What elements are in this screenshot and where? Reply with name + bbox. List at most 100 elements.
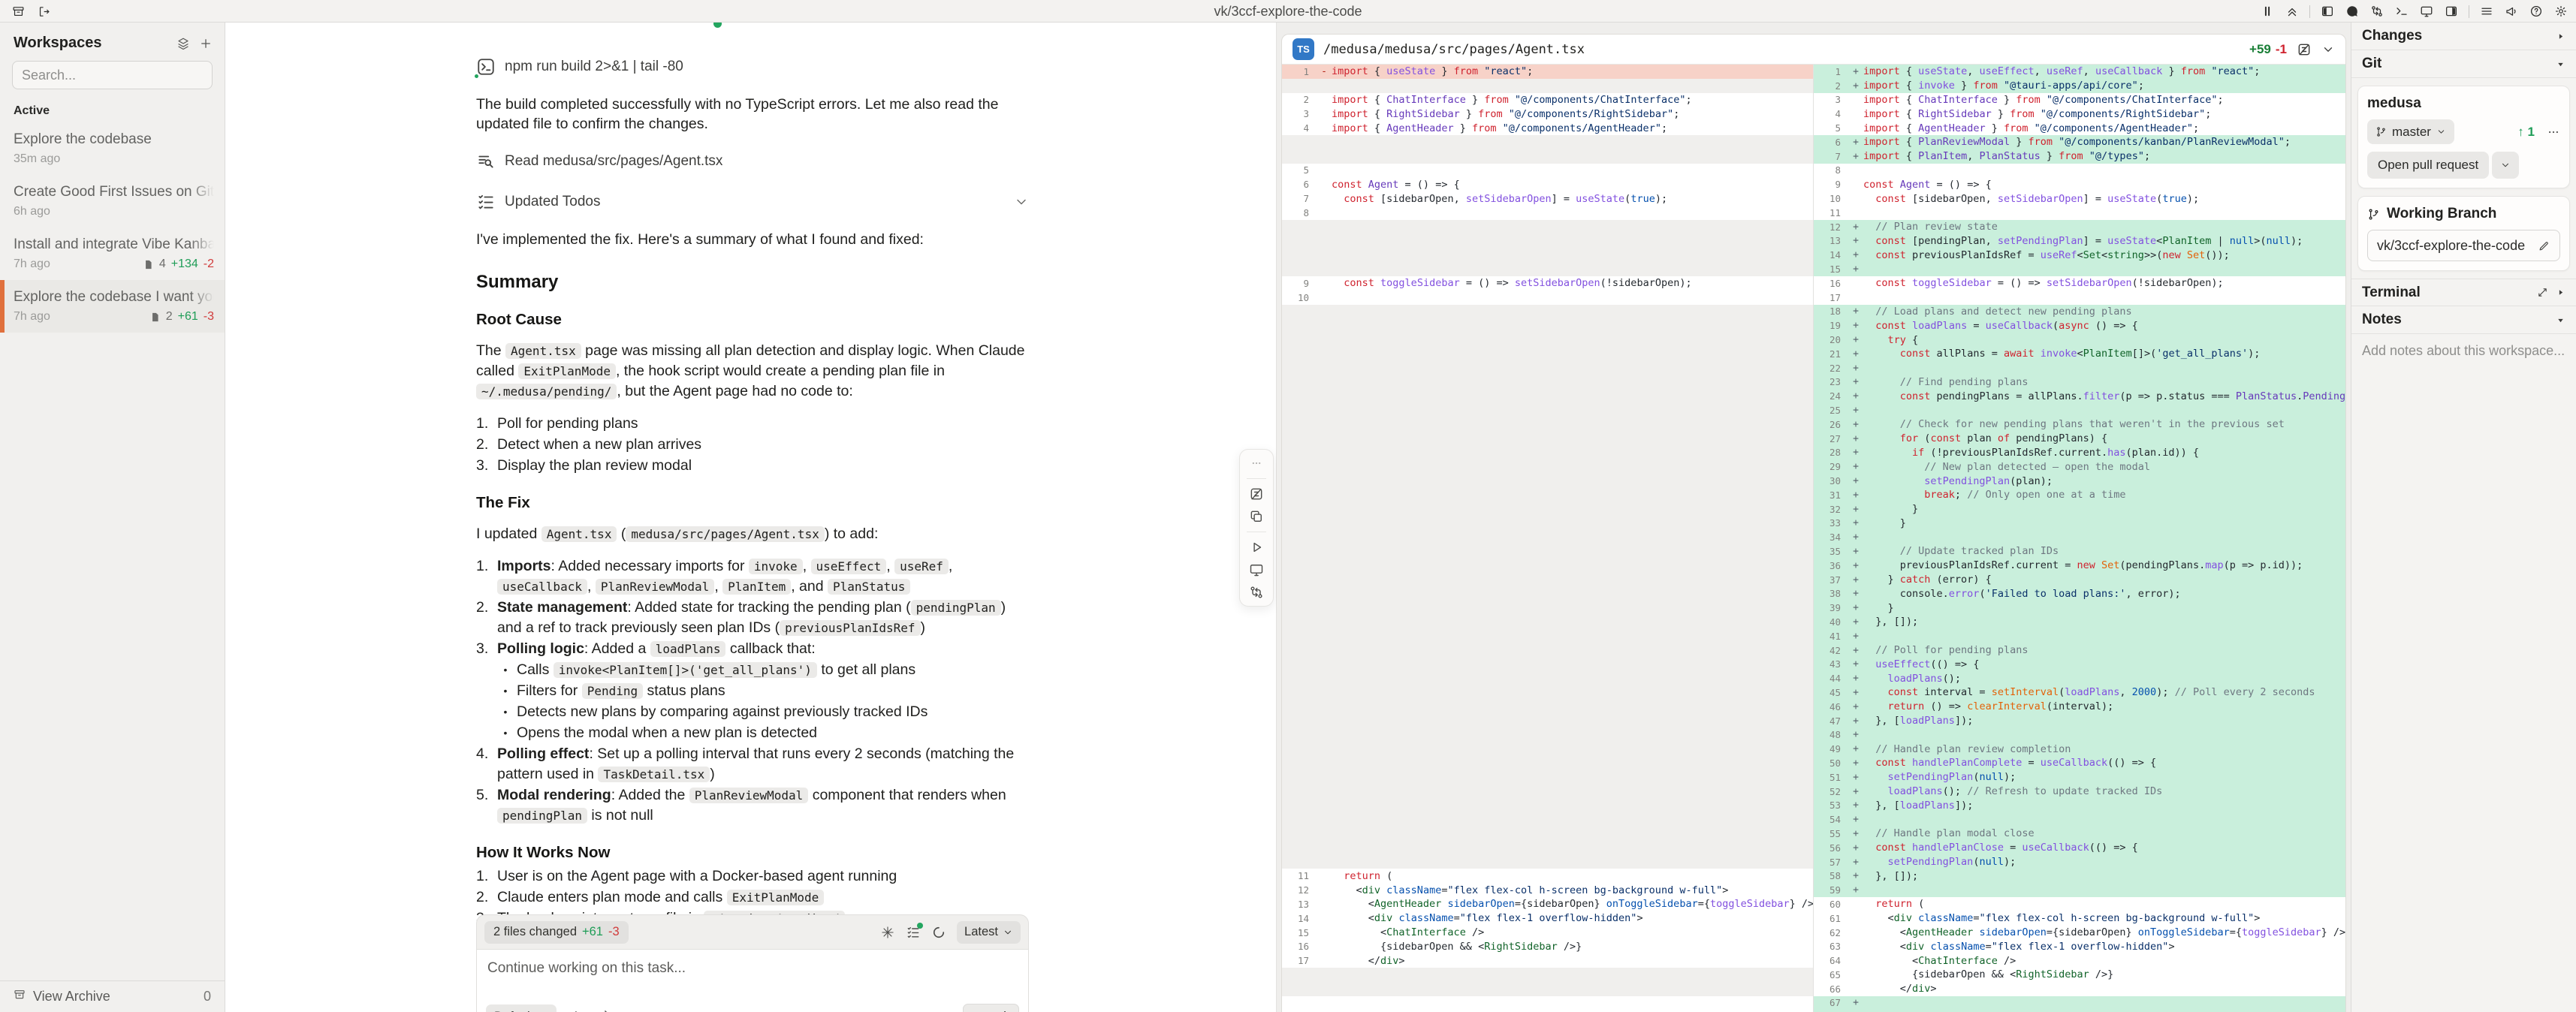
diff-line	[1282, 559, 1813, 573]
grip-icon[interactable]	[1249, 456, 1264, 471]
changes-section-header[interactable]: Changes	[2351, 23, 2576, 50]
diff-stats: +59-1	[2249, 42, 2287, 57]
tool-call-row[interactable]: npm run build 2>&1 | tail -80	[476, 54, 1029, 80]
pen-icon[interactable]	[596, 1009, 611, 1012]
text-run: ,	[587, 578, 596, 595]
pull-request-dropdown[interactable]	[2492, 152, 2519, 179]
text-run: ,	[886, 558, 894, 574]
text-run: ,	[803, 558, 811, 574]
repo-name: medusa	[2367, 95, 2560, 112]
diff-line: 4import { AgentHeader } from "@/componen…	[1282, 121, 1813, 135]
notes-placeholder[interactable]: Add notes about this workspace...	[2351, 334, 2576, 368]
inline-code: medusa/src/pages/Agent.tsx	[626, 526, 824, 542]
chevron-down-icon[interactable]	[2321, 43, 2335, 56]
text-run: )	[921, 619, 926, 636]
workspace-item[interactable]: Create Good First Issues on Github So p6…	[0, 175, 225, 227]
chat-bubble-icon[interactable]	[2345, 4, 2360, 19]
expand-icon	[2537, 287, 2548, 298]
section-heading: Summary	[476, 272, 1029, 293]
workspace-title: Create Good First Issues on Github So p	[14, 184, 214, 200]
chevrons-up-icon[interactable]	[2285, 4, 2300, 19]
menu-icon[interactable]	[2479, 4, 2494, 19]
diff-icon[interactable]	[1249, 486, 1264, 501]
copy-icon[interactable]	[1249, 509, 1264, 524]
text-run: : Added the	[611, 787, 689, 803]
latest-dropdown[interactable]: Latest	[957, 921, 1021, 944]
open-pull-request-button[interactable]: Open pull request	[2367, 152, 2489, 179]
diff-line	[1282, 135, 1813, 149]
diff-line: 5	[1282, 164, 1813, 178]
assistant-paragraph: The Agent.tsx page was missing all plan …	[476, 341, 1029, 402]
diff-line	[1282, 530, 1813, 544]
notes-section-header[interactable]: Notes	[2351, 306, 2576, 334]
pencil-icon[interactable]	[2538, 239, 2550, 252]
more-options-icon[interactable]	[2547, 125, 2560, 139]
monitor-icon[interactable]	[2419, 4, 2434, 19]
diff-line: 14+ const previousPlanIdsRef = useRef<Se…	[1814, 248, 2345, 262]
bold-text: Imports	[497, 558, 551, 574]
diff-line	[1282, 968, 1813, 982]
monitor-icon[interactable]	[1249, 562, 1264, 577]
workspace-item[interactable]: Explore the codebase I want you to exp7h…	[0, 280, 225, 333]
layers-icon[interactable]	[176, 37, 190, 50]
toolbar-divider	[2309, 5, 2310, 18]
diff-line	[1282, 459, 1813, 474]
branch-dropdown[interactable]: master	[2367, 119, 2454, 144]
spinner-icon[interactable]	[931, 925, 946, 940]
tool-call-row[interactable]: Updated Todos	[476, 189, 1029, 215]
text-run: , and	[791, 578, 828, 595]
inline-code: Agent.tsx	[505, 343, 581, 359]
mode-dropdown[interactable]: Default	[486, 1004, 557, 1012]
workspace-item[interactable]: Install and integrate Vibe Kanban Web G7…	[0, 227, 225, 280]
diff-line: 61 <div className="flex flex-col h-scree…	[1814, 911, 2345, 926]
list-item: 4.Polling effect: Set up a polling inter…	[476, 744, 1029, 785]
git-compare-icon[interactable]	[1249, 585, 1264, 600]
pause-icon[interactable]	[2260, 4, 2275, 19]
gear-icon[interactable]	[2553, 4, 2568, 19]
diff-view-icon[interactable]	[2297, 42, 2312, 57]
workspace-item[interactable]: Explore the codebase35m ago	[0, 122, 225, 175]
chevron-down-icon[interactable]	[1014, 194, 1029, 209]
panel-right-icon[interactable]	[2444, 4, 2459, 19]
list-item: 3.Polling logic: Added a loadPlans callb…	[476, 639, 1029, 659]
send-button[interactable]: Send	[963, 1004, 1019, 1012]
files-changed-badge[interactable]: 2 files changed +61 -3	[484, 921, 629, 944]
terminal-icon[interactable]	[2394, 4, 2409, 19]
tool-call-row[interactable]: Read medusa/src/pages/Agent.tsx	[476, 149, 1029, 174]
message-input[interactable]: Continue working on this task...	[487, 960, 1018, 977]
section-heading: Root Cause	[476, 311, 1029, 329]
git-branch-icon	[2375, 126, 2387, 137]
git-compare-icon[interactable]	[2369, 4, 2384, 19]
play-icon[interactable]	[1249, 540, 1264, 555]
inline-code: previousPlanIdsRef	[780, 620, 920, 636]
help-icon[interactable]	[2529, 4, 2544, 19]
diff-line: 45+ const interval = setInterval(loadPla…	[1814, 685, 2345, 700]
inline-code: PlanReviewModal	[596, 579, 715, 595]
search-input[interactable]: Search...	[12, 61, 213, 89]
diff-line	[1282, 79, 1813, 93]
chat-scroll-area[interactable]: npm run build 2>&1 | tail -80The build c…	[476, 23, 1029, 1012]
panel-left-icon[interactable]	[2320, 4, 2335, 19]
sidebar-title: Workspaces	[14, 35, 101, 52]
bold-text: State management	[497, 599, 627, 616]
caret-down-icon	[2556, 315, 2565, 325]
view-archive-button[interactable]: View Archive 0	[0, 980, 225, 1012]
diff-body[interactable]: 1-import { useState } from "react";2impo…	[1282, 65, 2345, 1012]
archive-icon	[14, 989, 26, 1004]
text-run: ) to add:	[825, 526, 879, 542]
composer: 2 files changed +61 -3 Latest Continue w…	[476, 914, 1029, 1012]
diff-line: 49+ // Handle plan review completion	[1814, 742, 2345, 756]
bold-text: Polling effect	[497, 745, 589, 762]
checklist-icon[interactable]	[906, 925, 921, 940]
spark-icon[interactable]	[880, 925, 895, 940]
git-section-header[interactable]: Git	[2351, 50, 2576, 78]
inline-code: Pending	[582, 683, 643, 699]
window-title: vk/3ccf-explore-the-code	[0, 0, 2576, 23]
working-branch-input[interactable]: vk/3ccf-explore-the-code	[2367, 230, 2560, 261]
list-item: 2.State management: Added state for trac…	[476, 598, 1029, 638]
terminal-section-header[interactable]: Terminal	[2351, 279, 2576, 306]
paperclip-icon[interactable]	[569, 1009, 584, 1012]
diff-line: 3import { ChatInterface } from "@/compon…	[1814, 93, 2345, 107]
plus-icon[interactable]	[199, 37, 213, 50]
megaphone-icon[interactable]	[2504, 4, 2519, 19]
